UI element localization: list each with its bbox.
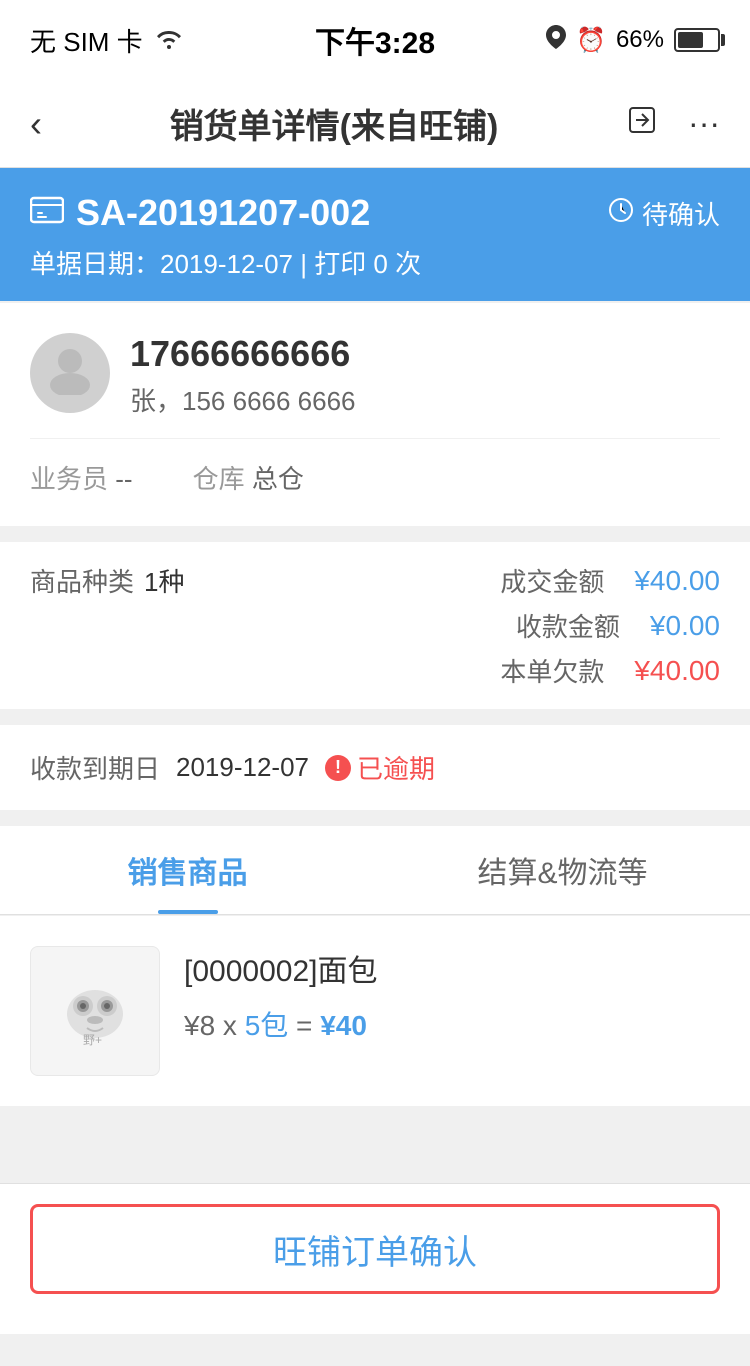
amount-details: 商品种类 1种 成交金额 ¥40.00 收款金额 ¥0.00 本单欠款 ¥40.… bbox=[30, 562, 720, 689]
due-date-section: 收款到期日 2019-12-07 ! 已逾期 bbox=[0, 725, 750, 810]
confirm-order-button[interactable]: 旺铺订单确认 bbox=[30, 1204, 720, 1294]
nav-actions: ··· bbox=[626, 104, 720, 144]
product-types: 商品种类 1种 bbox=[30, 562, 500, 599]
order-date: 单据日期：2019-12-07 | 打印 0 次 bbox=[30, 244, 720, 281]
alarm-icon: ⏰ bbox=[576, 26, 606, 55]
page-title: 销货单详情(来自旺铺) bbox=[170, 99, 499, 148]
status-time: 下午3:28 bbox=[315, 18, 435, 62]
tabs-row: 销售商品 结算&物流等 bbox=[0, 826, 750, 914]
tabs-section: 销售商品 结算&物流等 bbox=[0, 826, 750, 915]
deal-amount-row: 成交金额 ¥40.00 bbox=[500, 562, 720, 599]
back-button[interactable]: ‹ bbox=[30, 103, 42, 145]
product-price-row: ¥8 x 5包 = ¥40 bbox=[184, 1004, 720, 1044]
amounts-section: 商品种类 1种 成交金额 ¥40.00 收款金额 ¥0.00 本单欠款 ¥40.… bbox=[0, 542, 750, 709]
product-thumbnail: 野+ bbox=[30, 946, 160, 1076]
avatar-icon bbox=[43, 341, 97, 406]
product-section: 野+ [0000002]面包 ¥8 x 5包 = ¥40 bbox=[0, 916, 750, 1106]
clock-icon bbox=[608, 197, 634, 230]
tab-indicator bbox=[158, 910, 218, 914]
share-icon[interactable] bbox=[626, 104, 658, 144]
customer-meta: 业务员 -- 仓库 总仓 bbox=[30, 459, 720, 496]
amounts-right: 成交金额 ¥40.00 收款金额 ¥0.00 本单欠款 ¥40.00 bbox=[500, 562, 720, 689]
customer-info: 17666666666 张，156 6666 6666 bbox=[30, 333, 720, 439]
order-icon bbox=[30, 192, 64, 234]
customer-name: 张，156 6666 6666 bbox=[130, 381, 720, 418]
product-name: [0000002]面包 bbox=[184, 946, 720, 990]
overdue-badge: ! 已逾期 bbox=[325, 749, 435, 786]
bottom-button-area: 旺铺订单确认 bbox=[0, 1183, 750, 1334]
order-id: SA-20191207-002 bbox=[30, 192, 370, 234]
order-header: SA-20191207-002 待确认 单据日期：2019-12-07 | 打印… bbox=[0, 168, 750, 301]
warehouse-meta: 仓库 总仓 bbox=[193, 459, 304, 496]
status-bar: 无 SIM 卡 下午3:28 ⏰ 66% bbox=[0, 0, 750, 80]
battery-icon bbox=[674, 28, 720, 52]
tab-settlement[interactable]: 结算&物流等 bbox=[375, 826, 750, 914]
order-status: 待确认 bbox=[608, 195, 720, 232]
carrier-text: 无 SIM 卡 bbox=[30, 22, 143, 59]
status-carrier: 无 SIM 卡 bbox=[30, 22, 183, 59]
status-right: ⏰ 66% bbox=[546, 25, 720, 56]
customer-section: 17666666666 张，156 6666 6666 业务员 -- 仓库 总仓 bbox=[0, 303, 750, 526]
location-icon bbox=[546, 25, 566, 56]
customer-phone: 17666666666 bbox=[130, 333, 720, 375]
overdue-dot-icon: ! bbox=[325, 755, 351, 781]
battery-percentage: 66% bbox=[616, 26, 664, 54]
svg-text:野+: 野+ bbox=[83, 1033, 102, 1046]
owed-amount-row: 本单欠款 ¥40.00 bbox=[500, 652, 720, 689]
more-icon[interactable]: ··· bbox=[688, 105, 720, 142]
wifi-icon bbox=[155, 25, 183, 56]
product-item: 野+ [0000002]面包 ¥8 x 5包 = ¥40 bbox=[30, 946, 720, 1076]
customer-details: 17666666666 张，156 6666 6666 bbox=[130, 333, 720, 418]
nav-bar: ‹ 销货单详情(来自旺铺) ··· bbox=[0, 80, 750, 168]
salesperson-meta: 业务员 -- bbox=[30, 459, 133, 496]
received-amount-row: 收款金额 ¥0.00 bbox=[516, 607, 720, 644]
product-info: [0000002]面包 ¥8 x 5包 = ¥40 bbox=[184, 946, 720, 1044]
avatar bbox=[30, 333, 110, 413]
tab-sales-products[interactable]: 销售商品 bbox=[0, 826, 375, 914]
